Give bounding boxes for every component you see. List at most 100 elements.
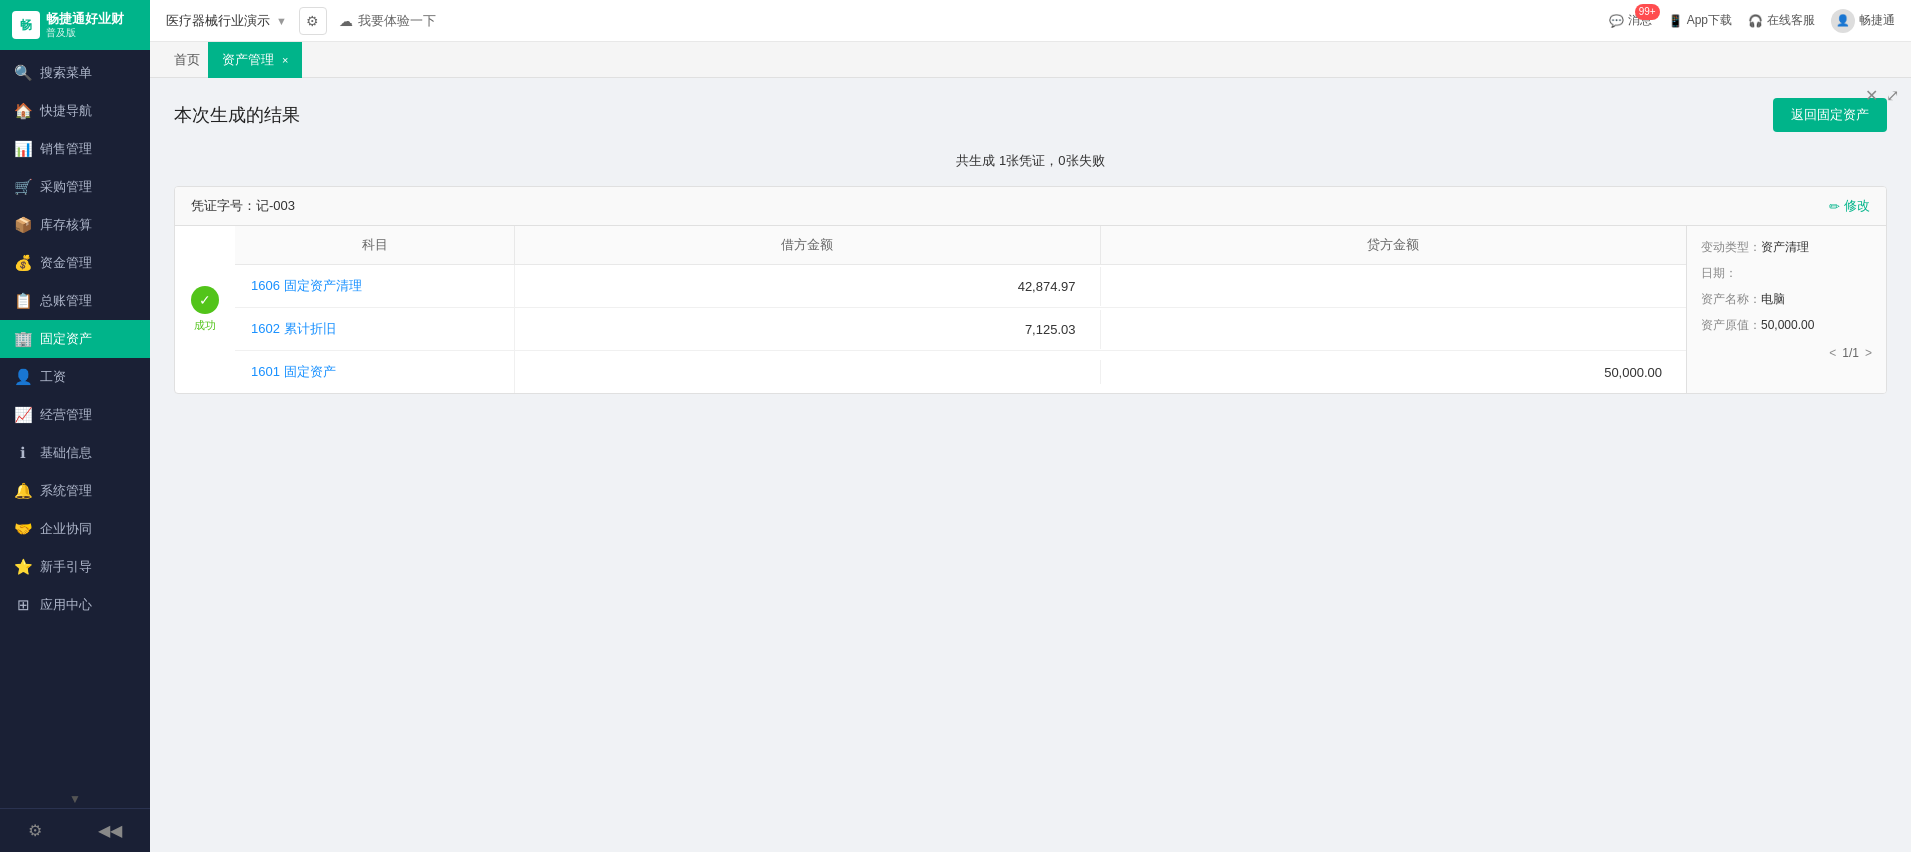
system-icon: 🔔 [14,482,32,500]
sidebar-bottom: ⚙ ◀◀ [0,808,150,852]
sidebar-item-system[interactable]: 🔔 系统管理 [0,472,150,510]
success-label: 成功 [194,318,216,333]
sidebar-item-payroll[interactable]: 👤 工资 [0,358,150,396]
company-selector[interactable]: 医疗器械行业演示 ▼ [166,12,287,30]
sidebar-item-label: 新手引导 [40,558,92,576]
sidebar-settings-button[interactable]: ⚙ [20,817,50,844]
row2-credit [1101,317,1687,341]
expand-panel-button[interactable]: ⤢ [1886,86,1899,105]
sidebar-item-label: 应用中心 [40,596,92,614]
sidebar-item-label: 工资 [40,368,66,386]
message-button[interactable]: 💬 消息 99 [1609,12,1652,29]
asset-name-value: 电脑 [1761,290,1785,308]
tab-home[interactable]: 首页 [166,51,208,69]
sidebar-item-guide[interactable]: ⭐ 新手引导 [0,548,150,586]
pagination-prev[interactable]: < [1829,346,1836,360]
page-header: 本次生成的结果 返回固定资产 [174,98,1887,132]
topbar-right: 💬 消息 99 📱 App下载 🎧 在线客服 👤 畅捷通 [1609,9,1895,33]
row1-credit [1101,274,1687,298]
sidebar-fold-button[interactable]: ◀◀ [90,817,130,844]
ledger-icon: 📋 [14,292,32,310]
voucher-left: ✓ 成功 科目 借方金额 贷方金额 160 [175,226,1686,393]
sidebar-item-label: 库存核算 [40,216,92,234]
col-account-header: 科目 [235,226,515,264]
message-badge: 99 [1635,4,1660,20]
success-circle-icon: ✓ [191,286,219,314]
app-name: 畅捷通好业财 [46,11,124,27]
tab-asset-management[interactable]: 资产管理 × [208,42,302,78]
original-value-value: 50,000.00 [1761,316,1814,334]
edit-button[interactable]: ✏ 修改 [1829,197,1870,215]
sidebar-item-basic-info[interactable]: ℹ 基础信息 [0,434,150,472]
experience-button[interactable]: ☁ 我要体验一下 [339,12,436,30]
row1-account: 1606 固定资产清理 [235,265,515,307]
voucher-panel: 凭证字号：记-003 ✏ 修改 ✓ 成功 [174,186,1887,394]
user-menu-button[interactable]: 👤 畅捷通 [1831,9,1895,33]
logo-icon: 畅 [12,11,40,39]
page-title: 本次生成的结果 [174,103,300,127]
sidebar-item-quick-nav[interactable]: 🏠 快捷导航 [0,92,150,130]
company-name: 医疗器械行业演示 [166,12,270,30]
row3-credit: 50,000.00 [1101,353,1687,392]
sidebar-item-label: 企业协同 [40,520,92,538]
sidebar-item-label: 采购管理 [40,178,92,196]
sidebar-item-label: 基础信息 [40,444,92,462]
sidebar: 畅 畅捷通好业财 普及版 🔍 搜索菜单 🏠 快捷导航 📊 销售管理 🛒 采购管理… [0,0,150,852]
app-version: 普及版 [46,27,124,39]
user-name: 畅捷通 [1859,12,1895,29]
sidebar-nav: 🔍 搜索菜单 🏠 快捷导航 📊 销售管理 🛒 采购管理 📦 库存核算 💰 资金管… [0,50,150,790]
asset-name-row: 资产名称： 电脑 [1701,290,1872,308]
customer-service-button[interactable]: 🎧 在线客服 [1748,12,1815,29]
sidebar-item-enterprise[interactable]: 🤝 企业协同 [0,510,150,548]
col-credit-header: 贷方金额 [1101,226,1687,264]
date-row: 日期： [1701,264,1872,282]
pagination-next[interactable]: > [1865,346,1872,360]
app-download-button[interactable]: 📱 App下载 [1668,12,1732,29]
voucher-table: 科目 借方金额 贷方金额 1606 固定资产清理 42,874.97 [235,226,1686,393]
row1-debit: 42,874.97 [515,267,1101,306]
sidebar-item-ledger[interactable]: 📋 总账管理 [0,282,150,320]
user-icon: 👤 [14,368,32,386]
row3-debit [515,360,1101,384]
app-center-icon: ⊞ [14,596,32,614]
settings-button[interactable]: ⚙ [299,7,327,35]
page-content: 本次生成的结果 返回固定资产 共生成 1张凭证，0张失败 凭证字号：记-003 … [150,78,1911,852]
sidebar-item-label: 系统管理 [40,482,92,500]
building-icon: 🏢 [14,330,32,348]
panel-controls: ✕ ⤢ [1865,86,1899,105]
sidebar-item-search[interactable]: 🔍 搜索菜单 [0,54,150,92]
main-area: 医疗器械行业演示 ▼ ⚙ ☁ 我要体验一下 💬 消息 99 📱 App下载 🎧 … [150,0,1911,852]
user-avatar: 👤 [1831,9,1855,33]
operations-icon: 📈 [14,406,32,424]
sidebar-item-inventory[interactable]: 📦 库存核算 [0,206,150,244]
date-label: 日期： [1701,264,1761,282]
sidebar-item-label: 资金管理 [40,254,92,272]
sidebar-item-label: 经营管理 [40,406,92,424]
sidebar-item-fixed-assets[interactable]: 🏢 固定资产 [0,320,150,358]
scroll-down-arrow[interactable]: ▼ [69,792,81,806]
message-icon: 💬 [1609,14,1624,28]
table-row: 1601 固定资产 50,000.00 [235,351,1686,393]
voucher-body: ✓ 成功 科目 借方金额 贷方金额 160 [175,226,1886,393]
sidebar-item-operations[interactable]: 📈 经营管理 [0,396,150,434]
sidebar-item-app-center[interactable]: ⊞ 应用中心 [0,586,150,624]
close-panel-button[interactable]: ✕ [1865,86,1878,105]
guide-icon: ⭐ [14,558,32,576]
voucher-header: 凭证字号：记-003 ✏ 修改 [175,187,1886,226]
row3-account: 1601 固定资产 [235,351,515,393]
row2-account: 1602 累计折旧 [235,308,515,350]
sidebar-logo: 畅 畅捷通好业财 普及版 [0,0,150,50]
sidebar-item-capital[interactable]: 💰 资金管理 [0,244,150,282]
tab-close-icon[interactable]: × [282,54,288,66]
enterprise-icon: 🤝 [14,520,32,538]
home-icon: 🏠 [14,102,32,120]
app-download-label: App下载 [1687,12,1732,29]
sidebar-item-purchase[interactable]: 🛒 采购管理 [0,168,150,206]
table-row: 1606 固定资产清理 42,874.97 [235,265,1686,308]
content-area: 本次生成的结果 返回固定资产 共生成 1张凭证，0张失败 凭证字号：记-003 … [150,78,1911,852]
cart-icon: 🛒 [14,178,32,196]
pagination-info: 1/1 [1842,346,1859,360]
sidebar-item-sales[interactable]: 📊 销售管理 [0,130,150,168]
topbar: 医疗器械行业演示 ▼ ⚙ ☁ 我要体验一下 💬 消息 99 📱 App下载 🎧 … [150,0,1911,42]
tab-active-label: 资产管理 [222,51,274,69]
